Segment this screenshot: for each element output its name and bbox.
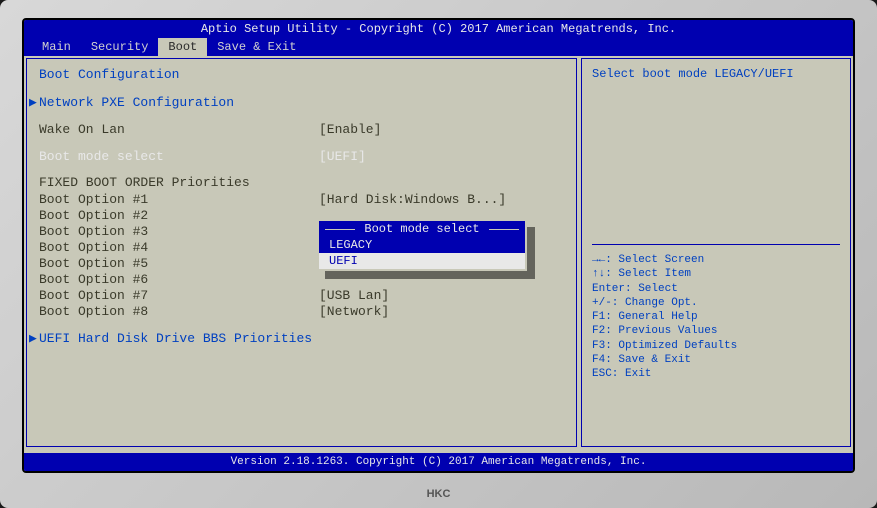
- menu-boot[interactable]: Boot: [158, 38, 207, 56]
- help-line: →←: Select Screen: [592, 253, 840, 267]
- monitor-brand: HKC: [427, 488, 451, 500]
- help-divider: [592, 244, 840, 245]
- boot-option-value: [USB Lan]: [319, 288, 389, 303]
- arrow-icon: ▶: [29, 331, 37, 346]
- popup-option-uefi[interactable]: UEFI: [319, 253, 525, 269]
- left-panel: Boot Configuration ▶ Network PXE Configu…: [26, 58, 577, 447]
- network-pxe-row[interactable]: ▶ Network PXE Configuration: [39, 95, 564, 110]
- help-line: F4: Save & Exit: [592, 353, 840, 367]
- boot-config-title: Boot Configuration: [39, 67, 564, 82]
- fixed-boot-title: FIXED BOOT ORDER Priorities: [39, 175, 564, 190]
- boot-option-label: Boot Option #3: [39, 224, 319, 239]
- boot-option-row[interactable]: Boot Option #7[USB Lan]: [39, 288, 564, 303]
- content-area: Boot Configuration ▶ Network PXE Configu…: [24, 56, 853, 449]
- help-line: Enter: Select: [592, 282, 840, 296]
- menu-bar: Main Security Boot Save & Exit: [24, 38, 853, 56]
- wake-on-lan-label: Wake On Lan: [39, 122, 319, 137]
- help-line: +/-: Change Opt.: [592, 296, 840, 310]
- boot-mode-row[interactable]: Boot mode select [UEFI]: [39, 149, 564, 164]
- boot-option-label: Boot Option #2: [39, 208, 319, 223]
- boot-option-label: Boot Option #1: [39, 192, 319, 207]
- boot-option-row[interactable]: Boot Option #1[Hard Disk:Windows B...]: [39, 192, 564, 207]
- menu-save-exit[interactable]: Save & Exit: [207, 38, 306, 56]
- boot-mode-popup: Boot mode select LEGACY UEFI: [317, 219, 527, 271]
- boot-option-label: Boot Option #6: [39, 272, 319, 287]
- help-line: F1: General Help: [592, 310, 840, 324]
- network-pxe-label: Network PXE Configuration: [39, 95, 319, 110]
- popup-option-legacy[interactable]: LEGACY: [319, 237, 525, 253]
- boot-mode-label: Boot mode select: [39, 149, 319, 164]
- wake-on-lan-value: [Enable]: [319, 122, 381, 137]
- help-description: Select boot mode LEGACY/UEFI: [592, 67, 840, 81]
- right-panel: Select boot mode LEGACY/UEFI →←: Select …: [581, 58, 851, 447]
- menu-main[interactable]: Main: [32, 38, 81, 56]
- boot-option-value: [Hard Disk:Windows B...]: [319, 192, 506, 207]
- boot-option-label: Boot Option #8: [39, 304, 319, 319]
- help-line: F2: Previous Values: [592, 324, 840, 338]
- menu-security[interactable]: Security: [81, 38, 159, 56]
- bios-screen: Aptio Setup Utility - Copyright (C) 2017…: [22, 18, 855, 473]
- boot-mode-value: [UEFI]: [319, 149, 366, 164]
- boot-option-row[interactable]: Boot Option #6: [39, 272, 564, 287]
- boot-option-label: Boot Option #5: [39, 256, 319, 271]
- header-bar: Aptio Setup Utility - Copyright (C) 2017…: [24, 20, 853, 38]
- boot-option-value: [Network]: [319, 304, 389, 319]
- arrow-icon: ▶: [29, 95, 37, 110]
- uefi-priorities-label: UEFI Hard Disk Drive BBS Priorities: [39, 331, 319, 346]
- footer-bar: Version 2.18.1263. Copyright (C) 2017 Am…: [24, 453, 853, 471]
- popup-title: Boot mode select: [319, 221, 525, 237]
- help-line: ESC: Exit: [592, 367, 840, 381]
- help-line: ↑↓: Select Item: [592, 267, 840, 281]
- monitor-frame: Aptio Setup Utility - Copyright (C) 2017…: [0, 0, 877, 508]
- help-line: F3: Optimized Defaults: [592, 339, 840, 353]
- boot-option-label: Boot Option #4: [39, 240, 319, 255]
- uefi-priorities-row[interactable]: ▶ UEFI Hard Disk Drive BBS Priorities: [39, 331, 564, 346]
- wake-on-lan-row[interactable]: Wake On Lan [Enable]: [39, 122, 564, 137]
- boot-option-row[interactable]: Boot Option #8[Network]: [39, 304, 564, 319]
- boot-option-label: Boot Option #7: [39, 288, 319, 303]
